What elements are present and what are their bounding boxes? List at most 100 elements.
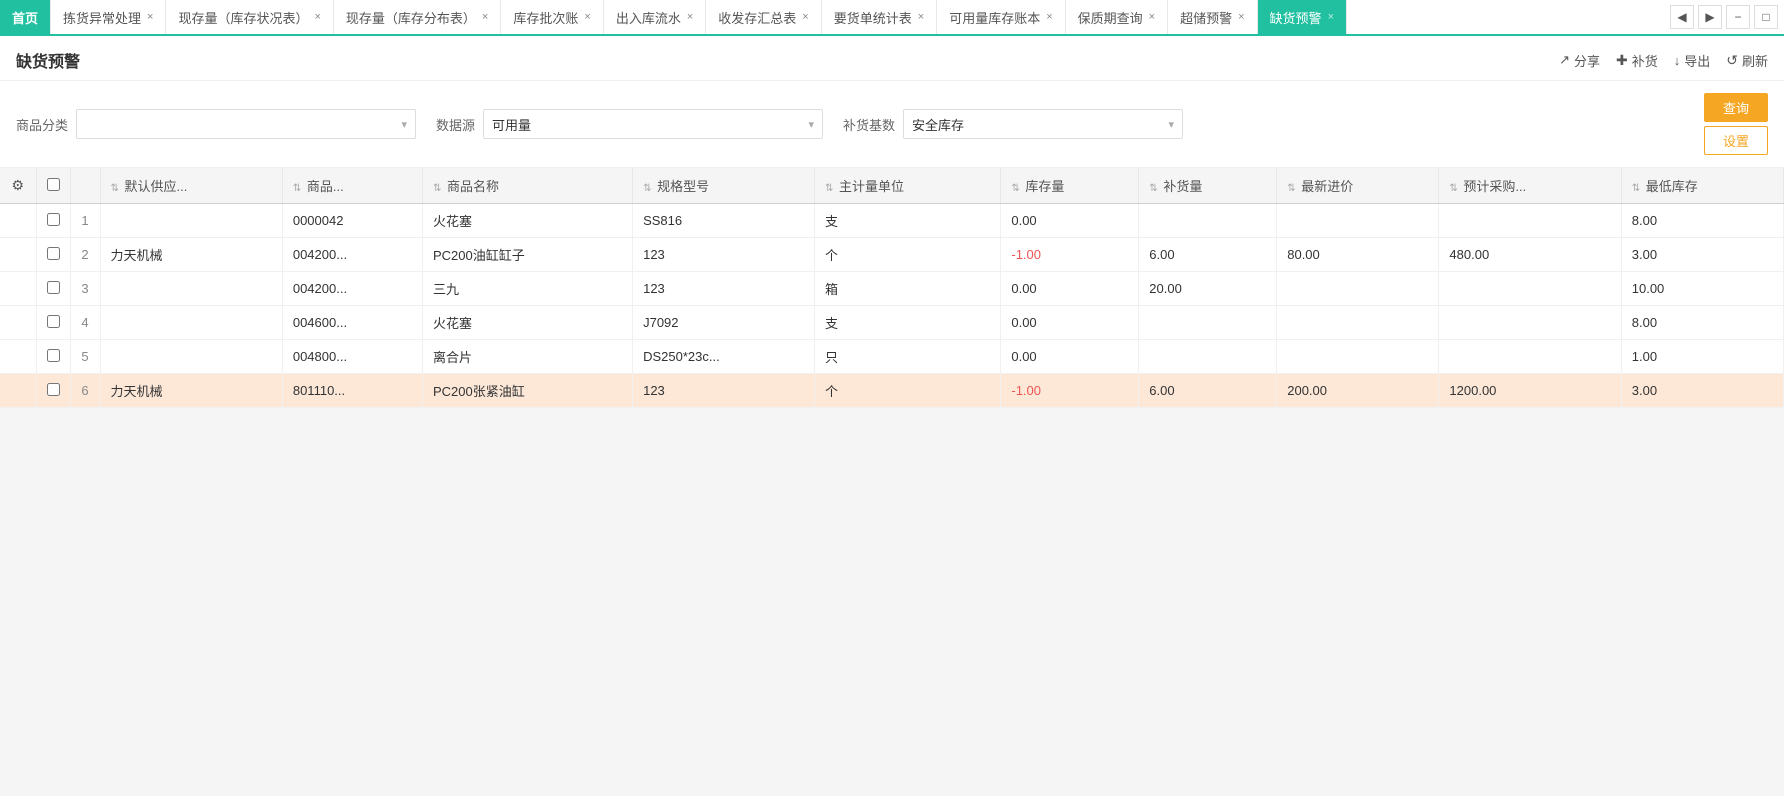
tab-shortage[interactable]: 缺货预警 × [1258,0,1347,34]
replenish-base-label: 补货基数 [843,115,895,134]
row-spec: 123 [633,238,815,272]
th-spec[interactable]: ⇅ 规格型号 [633,168,815,204]
table-body: 1 0000042 火花塞 SS816 支 0.00 8.00 2 力天机械 0… [0,204,1784,408]
row-checkbox-cell[interactable] [36,306,70,340]
tab-batch-close[interactable]: × [584,11,590,23]
th-min-stock-label: 最低库存 [1646,179,1698,194]
tab-avail-close[interactable]: × [1046,11,1052,23]
row-name: PC200油缸缸子 [423,238,633,272]
tab-expiry[interactable]: 保质期查询 × [1066,0,1168,34]
th-replenish-label: 补货量 [1163,179,1202,194]
tab-pick-close[interactable]: × [147,11,153,23]
tab-expiry-close[interactable]: × [1149,11,1155,23]
row-unit: 支 [814,204,1000,238]
tab-inv1[interactable]: 现存量（库存状况表） × [166,0,333,34]
row-stock: 0.00 [1001,306,1139,340]
export-button[interactable]: ↓ 导出 [1674,51,1711,70]
spec-sort-icon: ⇅ [643,183,651,194]
settings-button[interactable]: 设置 [1704,126,1768,155]
row-checkbox[interactable] [47,213,60,226]
refresh-button[interactable]: ↺ 刷新 [1726,51,1768,70]
tab-summary-close[interactable]: × [802,11,808,23]
tab-inv1-close[interactable]: × [314,11,320,23]
tab-pick[interactable]: 拣货异常处理 × [51,0,166,34]
row-latest-price [1277,272,1439,306]
row-spec: 123 [633,374,815,408]
row-checkbox-cell[interactable] [36,340,70,374]
row-latest-price [1277,306,1439,340]
tab-overstock[interactable]: 超储预警 × [1168,0,1257,34]
th-code[interactable]: ⇅ 商品... [282,168,422,204]
tab-batch[interactable]: 库存批次账 × [501,0,603,34]
row-name: 离合片 [423,340,633,374]
tab-home[interactable]: 首页 [0,0,51,34]
row-supplier: 力天机械 [100,238,282,272]
row-checkbox[interactable] [47,247,60,260]
replenish-select[interactable]: 安全库存 ▾ [903,109,1183,139]
min-stock-sort-icon: ⇅ [1632,183,1640,194]
row-checkbox-cell[interactable] [36,204,70,238]
tab-summary[interactable]: 收发存汇总表 × [706,0,821,34]
replenish-label: 补货 [1632,51,1658,70]
tab-inout[interactable]: 出入库流水 × [604,0,706,34]
row-checkbox-cell[interactable] [36,272,70,306]
th-name-label: 商品名称 [447,179,499,194]
row-gear-cell [0,306,36,340]
row-checkbox[interactable] [47,315,60,328]
category-select[interactable]: ▾ [76,109,416,139]
row-supplier [100,204,282,238]
row-checkbox-cell[interactable] [36,238,70,272]
row-min-stock: 3.00 [1621,374,1783,408]
th-unit[interactable]: ⇅ 主计量单位 [814,168,1000,204]
datasource-select[interactable]: 可用量 ▾ [483,109,823,139]
row-stock: -1.00 [1001,374,1139,408]
row-spec: DS250*23c... [633,340,815,374]
share-button[interactable]: ↗ 分享 [1559,51,1600,70]
select-all-checkbox[interactable] [47,178,60,191]
th-stock[interactable]: ⇅ 库存量 [1001,168,1139,204]
replenish-button[interactable]: ✚ 补货 [1616,51,1658,70]
row-latest-price [1277,340,1439,374]
tab-inv2[interactable]: 现存量（库存分布表） × [334,0,501,34]
row-checkbox[interactable] [47,383,60,396]
share-icon: ↗ [1559,52,1570,68]
row-code: 004200... [282,272,422,306]
tab-inv2-close[interactable]: × [482,11,488,23]
row-replenish [1139,306,1277,340]
row-checkbox-cell[interactable] [36,374,70,408]
table-row: 6 力天机械 801110... PC200张紧油缸 123 个 -1.00 6… [0,374,1784,408]
tab-avail[interactable]: 可用量库存账本 × [937,0,1065,34]
th-est-purchase[interactable]: ⇅ 预计采购... [1439,168,1621,204]
tab-overstock-close[interactable]: × [1238,11,1244,23]
th-min-stock[interactable]: ⇅ 最低库存 [1621,168,1783,204]
row-num: 5 [70,340,100,374]
row-min-stock: 8.00 [1621,204,1783,238]
query-button[interactable]: 查询 [1704,93,1768,122]
replenish-icon: ✚ [1616,52,1628,69]
tab-minimize-btn[interactable]: − [1726,5,1750,29]
tab-navigation: ◀ ▶ − □ [1664,5,1784,29]
tab-shortage-close[interactable]: × [1328,11,1334,23]
tab-avail-label: 可用量库存账本 [949,8,1040,27]
tab-order[interactable]: 要货单统计表 × [822,0,937,34]
row-checkbox[interactable] [47,349,60,362]
row-code: 004200... [282,238,422,272]
th-name[interactable]: ⇅ 商品名称 [423,168,633,204]
tab-next-btn[interactable]: ▶ [1698,5,1722,29]
row-supplier [100,272,282,306]
gear-icon[interactable]: ⚙ [11,177,24,193]
th-supplier[interactable]: ⇅ 默认供应... [100,168,282,204]
th-latest-price[interactable]: ⇅ 最新进价 [1277,168,1439,204]
row-checkbox[interactable] [47,281,60,294]
tab-prev-btn[interactable]: ◀ [1670,5,1694,29]
tab-maximize-btn[interactable]: □ [1754,5,1778,29]
row-code: 004600... [282,306,422,340]
row-spec: J7092 [633,306,815,340]
tab-order-close[interactable]: × [918,11,924,23]
tab-inout-close[interactable]: × [687,11,693,23]
row-est-purchase [1439,306,1621,340]
tab-inv1-label: 现存量（库存状况表） [178,8,308,27]
th-latest-price-label: 最新进价 [1301,179,1353,194]
th-replenish[interactable]: ⇅ 补货量 [1139,168,1277,204]
row-unit: 箱 [814,272,1000,306]
